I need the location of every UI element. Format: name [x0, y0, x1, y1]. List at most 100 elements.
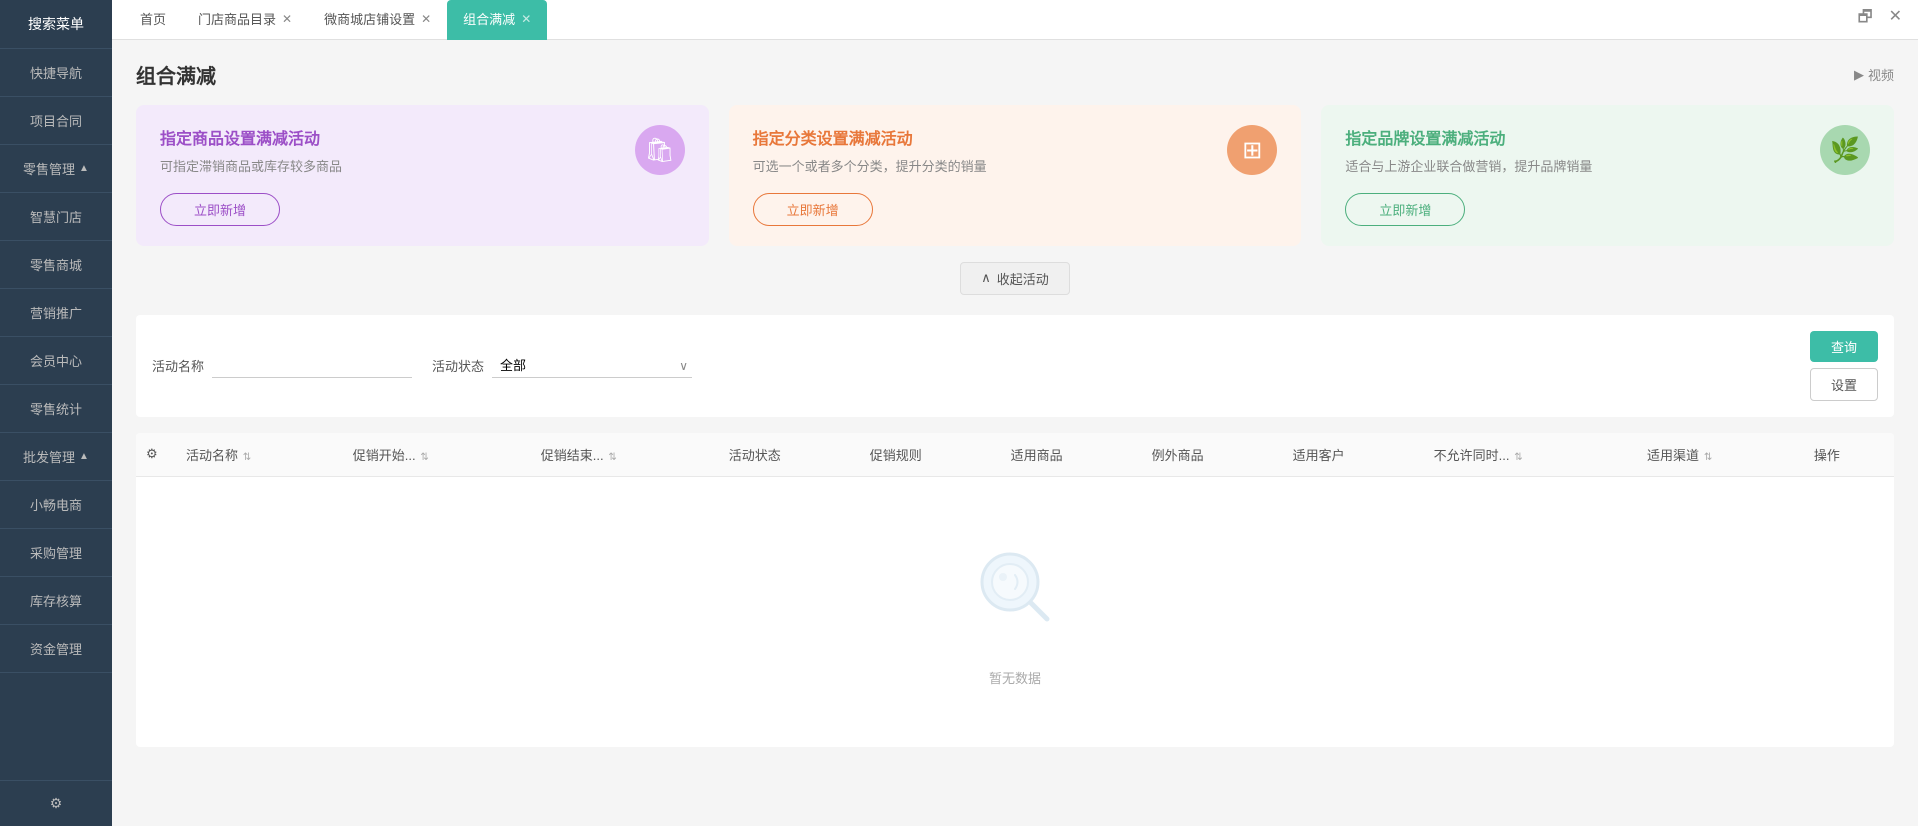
col-promo-end[interactable]: 促销结束... ⇅: [531, 433, 719, 477]
filter-row: 活动名称 活动状态 全部进行中未开始已结束 ∨ 查询 设置: [136, 315, 1894, 417]
cards-row: 🛍 指定商品设置满减活动 可指定滞销商品或库存较多商品 立即新增 ⊞ 指定分类设…: [136, 105, 1894, 246]
empty-icon: [156, 537, 1874, 656]
video-label: 视频: [1868, 65, 1894, 84]
card-add-button[interactable]: 立即新增: [1345, 193, 1465, 226]
filter-status-select[interactable]: 全部进行中未开始已结束: [492, 354, 692, 378]
sort-icon: ⇅: [1701, 452, 1712, 463]
sidebar-label: 资金管理: [30, 639, 82, 658]
col-exception-goods: 例外商品: [1142, 433, 1283, 477]
sidebar-label: 批发管理: [23, 447, 75, 466]
card-category-card: ⊞ 指定分类设置满减活动 可选一个或者多个分类，提升分类的销量 立即新增: [729, 105, 1302, 246]
play-icon: ▶: [1854, 67, 1864, 83]
collapse-button[interactable]: ∧ 收起活动: [960, 262, 1070, 295]
sidebar-label: 会员中心: [30, 351, 82, 370]
col-name[interactable]: 活动名称 ⇅: [176, 433, 343, 477]
sidebar-item-retail-mall[interactable]: 零售商城: [0, 241, 112, 289]
sidebar-item-wholesale-mgmt[interactable]: 批发管理▲: [0, 433, 112, 481]
gear-icon[interactable]: ⚙: [146, 446, 158, 461]
col-applicable-goods: 适用商品: [1001, 433, 1142, 477]
sidebar-label: 零售管理: [23, 159, 75, 178]
col-promo-rule: 促销规则: [860, 433, 1001, 477]
col-status: 活动状态: [719, 433, 860, 477]
sidebar-item-member-center[interactable]: 会员中心: [0, 337, 112, 385]
card-title: 指定分类设置满减活动: [753, 125, 1278, 149]
query-button[interactable]: 查询: [1810, 331, 1878, 362]
page-title: 组合满减: [136, 60, 216, 89]
close-window-icon[interactable]: ✕: [1885, 2, 1906, 37]
window-controls: 🗗 ✕: [1854, 2, 1906, 37]
sidebar-item-retail-stats[interactable]: 零售统计: [0, 385, 112, 433]
card-brand-card: 🌿 指定品牌设置满减活动 适合与上游企业联合做营销，提升品牌销量 立即新增: [1321, 105, 1894, 246]
sidebar-label: 小畅电商: [30, 495, 82, 514]
col-promo-start[interactable]: 促销开始... ⇅: [343, 433, 531, 477]
tab-store-catalog[interactable]: 门店商品目录✕: [182, 0, 308, 40]
sidebar-label: 采购管理: [30, 543, 82, 562]
tab-label: 微商城店铺设置: [324, 9, 415, 28]
card-desc: 适合与上游企业联合做营销，提升品牌销量: [1345, 157, 1870, 177]
col-applicable-channel[interactable]: 适用渠道 ⇅: [1637, 433, 1804, 477]
sidebar-label: 零售商城: [30, 255, 82, 274]
sidebar-item-inventory[interactable]: 库存核算: [0, 577, 112, 625]
tab-combo-promo[interactable]: 组合满减 ✕: [447, 0, 547, 40]
page-header: 组合满减 ▶ 视频: [136, 60, 1894, 89]
tab-close-icon[interactable]: ✕: [521, 12, 531, 26]
empty-text: 暂无数据: [156, 668, 1874, 687]
col-no-concurrent[interactable]: 不允许同时... ⇅: [1424, 433, 1637, 477]
card-title: 指定品牌设置满减活动: [1345, 125, 1870, 149]
card-desc: 可指定滞销商品或库存较多商品: [160, 157, 685, 177]
tab-home[interactable]: 首页: [124, 0, 182, 40]
card-title: 指定商品设置满减活动: [160, 125, 685, 149]
col-operations: 操作: [1804, 433, 1894, 477]
tab-close-icon[interactable]: ✕: [421, 12, 431, 26]
filter-status-select-wrap: 全部进行中未开始已结束 ∨: [492, 354, 692, 378]
sidebar-item-retail-mgmt[interactable]: 零售管理 ▲: [0, 145, 112, 193]
sidebar-item-purchase-mgmt[interactable]: 采购管理: [0, 529, 112, 577]
table-wrap: ⚙ 活动名称 ⇅促销开始... ⇅促销结束... ⇅活动状态促销规则适用商品例外商…: [136, 433, 1894, 747]
card-icon: 🛍: [635, 125, 685, 175]
sidebar-label: 零售统计: [30, 399, 82, 418]
filter-name: 活动名称: [152, 354, 412, 378]
sort-icon: ⇅: [418, 452, 429, 463]
empty-state: 暂无数据: [136, 477, 1894, 747]
sidebar-label: 营销推广: [30, 303, 82, 322]
tab-label: 首页: [140, 9, 166, 28]
sidebar-settings[interactable]: ⚙: [0, 780, 112, 826]
settings-button[interactable]: 设置: [1810, 368, 1878, 401]
sidebar-label: 项目合同: [30, 111, 82, 130]
filter-status-label: 活动状态: [432, 356, 484, 375]
main-area: 首页门店商品目录✕ 微商城店铺设置 ✕ 组合满减 ✕ 🗗 ✕ 组合满减 ▶ 视频 🛍 指…: [112, 0, 1918, 826]
sidebar-item-finance-mgmt[interactable]: 资金管理: [0, 625, 112, 673]
arrow-icon: ▲: [79, 163, 89, 174]
sidebar: 搜索菜单 快捷导航项目合同零售管理 ▲ 智慧门店零售商城营销推广会员中心零售统计批发…: [0, 0, 112, 826]
filter-status: 活动状态 全部进行中未开始已结束 ∨: [432, 354, 692, 378]
sidebar-item-marketing[interactable]: 营销推广: [0, 289, 112, 337]
sidebar-search[interactable]: 搜索菜单: [0, 0, 112, 49]
sort-icon: ⇅: [240, 452, 251, 463]
sidebar-label: 库存核算: [30, 591, 82, 610]
sort-icon: ⇅: [606, 452, 617, 463]
video-link[interactable]: ▶ 视频: [1854, 65, 1894, 84]
restore-icon[interactable]: 🗗: [1854, 2, 1877, 37]
sidebar-label: 智慧门店: [30, 207, 82, 226]
card-icon: ⊞: [1227, 125, 1277, 175]
sidebar-item-quick-nav[interactable]: 快捷导航: [0, 49, 112, 97]
tab-wechat-store[interactable]: 微商城店铺设置 ✕: [308, 0, 447, 40]
filter-name-label: 活动名称: [152, 356, 204, 375]
sidebar-item-project-contract[interactable]: 项目合同: [0, 97, 112, 145]
sidebar-item-smart-store[interactable]: 智慧门店: [0, 193, 112, 241]
card-add-button[interactable]: 立即新增: [160, 193, 280, 226]
card-icon: 🌿: [1820, 125, 1870, 175]
tab-close-icon[interactable]: ✕: [282, 12, 292, 26]
card-product-card: 🛍 指定商品设置满减活动 可指定滞销商品或库存较多商品 立即新增: [136, 105, 709, 246]
tabbar: 首页门店商品目录✕ 微商城店铺设置 ✕ 组合满减 ✕ 🗗 ✕: [112, 0, 1918, 40]
gear-icon: ⚙: [50, 795, 63, 811]
col-applicable-customer: 适用客户: [1283, 433, 1424, 477]
sort-icon: ⇅: [1511, 452, 1522, 463]
sidebar-item-xiaochang-ecom[interactable]: 小畅电商: [0, 481, 112, 529]
sidebar-label: 快捷导航: [30, 63, 82, 82]
filter-buttons: 查询 设置: [1810, 331, 1878, 401]
col-gear: ⚙: [136, 433, 176, 477]
filter-name-input[interactable]: [212, 354, 412, 378]
card-add-button[interactable]: 立即新增: [753, 193, 873, 226]
tab-label: 组合满减: [463, 9, 515, 28]
